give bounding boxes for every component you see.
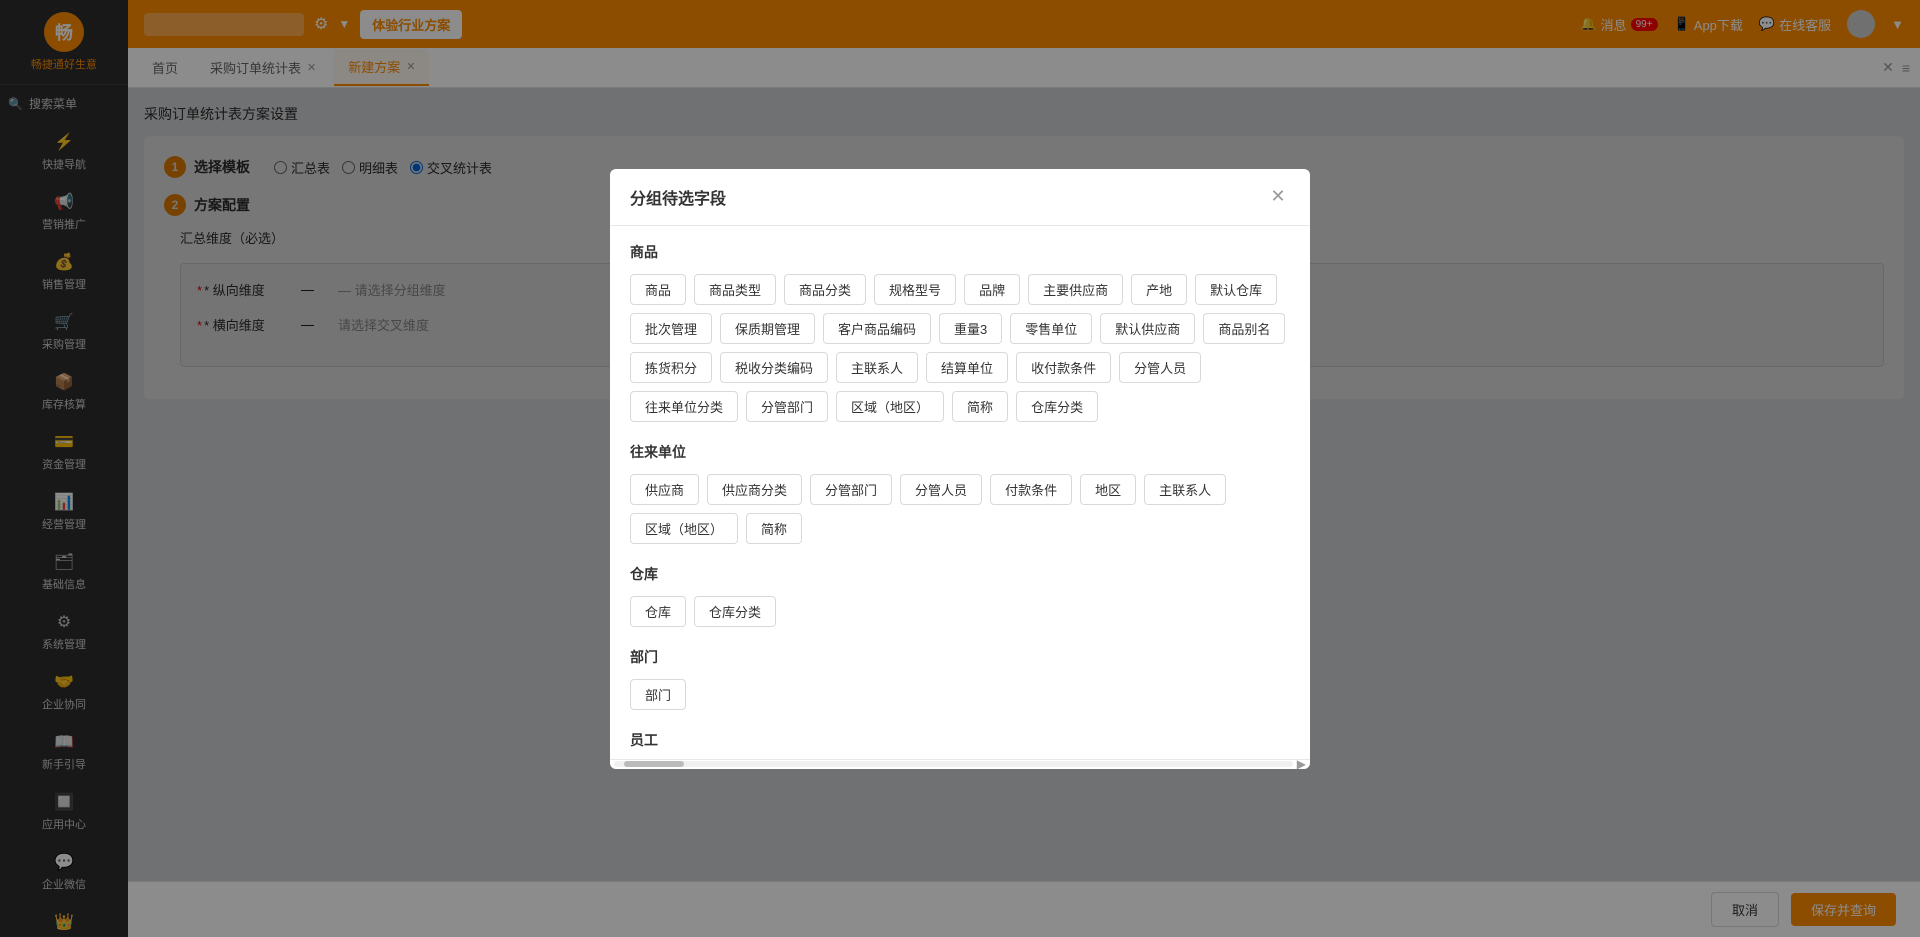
section-department-tags: 部门: [630, 679, 1290, 710]
section-department-title: 部门: [630, 647, 1290, 667]
tag-spec-type[interactable]: 规格型号: [874, 274, 956, 305]
hscroll-thumb[interactable]: [624, 761, 684, 767]
hscroll-track: [614, 761, 1293, 767]
hscroll-right-arrow[interactable]: ▶: [1297, 757, 1306, 771]
modal-overlay[interactable]: 分组待选字段 ✕ 商品 商品 商品类型 商品分类 规格型号 品牌 主要供应商 产…: [0, 0, 1920, 937]
tag-tax-code[interactable]: 税收分类编码: [720, 352, 828, 383]
modal-dialog: 分组待选字段 ✕ 商品 商品 商品类型 商品分类 规格型号 品牌 主要供应商 产…: [610, 169, 1310, 769]
tag-product[interactable]: 商品: [630, 274, 686, 305]
section-department: 部门 部门: [630, 647, 1290, 710]
tag-supplier[interactable]: 供应商: [630, 474, 699, 505]
tag-mix-score[interactable]: 拣货积分: [630, 352, 712, 383]
tag-warehouse-cat[interactable]: 仓库分类: [694, 596, 776, 627]
modal-horizontal-scrollbar[interactable]: ▶: [610, 759, 1310, 769]
tag-supervisor[interactable]: 分管人员: [1119, 352, 1201, 383]
tag-area-region[interactable]: 区域（地区）: [630, 513, 738, 544]
section-partner-title: 往来单位: [630, 442, 1290, 462]
tag-product-type[interactable]: 商品类型: [694, 274, 776, 305]
section-warehouse-tags: 仓库 仓库分类: [630, 596, 1290, 627]
tag-payment-cond[interactable]: 付款条件: [990, 474, 1072, 505]
section-warehouse-title: 仓库: [630, 564, 1290, 584]
tag-origin[interactable]: 产地: [1131, 274, 1187, 305]
tag-main-contact[interactable]: 主联系人: [836, 352, 918, 383]
tag-region[interactable]: 区域（地区）: [836, 391, 944, 422]
section-product: 商品 商品 商品类型 商品分类 规格型号 品牌 主要供应商 产地 默认仓库 批次…: [630, 242, 1290, 422]
tag-warehouse[interactable]: 仓库: [630, 596, 686, 627]
tag-customer-code[interactable]: 客户商品编码: [823, 313, 931, 344]
section-product-title: 商品: [630, 242, 1290, 262]
tag-default-supplier[interactable]: 默认供应商: [1100, 313, 1195, 344]
tag-short-name[interactable]: 简称: [952, 391, 1008, 422]
tag-short-name2[interactable]: 简称: [746, 513, 802, 544]
tag-product-category[interactable]: 商品分类: [784, 274, 866, 305]
tag-warehouse-category[interactable]: 仓库分类: [1016, 391, 1098, 422]
tag-retail-unit[interactable]: 零售单位: [1010, 313, 1092, 344]
section-staff-title: 员工: [630, 730, 1290, 750]
tag-unit-category[interactable]: 往来单位分类: [630, 391, 738, 422]
tag-settlement-unit[interactable]: 结算单位: [926, 352, 1008, 383]
tag-payment-terms[interactable]: 收付款条件: [1016, 352, 1111, 383]
section-staff: 员工 业务员: [630, 730, 1290, 759]
tag-main-supplier[interactable]: 主要供应商: [1028, 274, 1123, 305]
tag-manage-dept2[interactable]: 分管部门: [810, 474, 892, 505]
tag-dept[interactable]: 部门: [630, 679, 686, 710]
tag-region2[interactable]: 地区: [1080, 474, 1136, 505]
section-partner-tags: 供应商 供应商分类 分管部门 分管人员 付款条件 地区 主联系人 区域（地区） …: [630, 474, 1290, 544]
tag-supplier-category[interactable]: 供应商分类: [707, 474, 802, 505]
tag-batch-manage[interactable]: 批次管理: [630, 313, 712, 344]
section-warehouse: 仓库 仓库 仓库分类: [630, 564, 1290, 627]
tag-quality-manage[interactable]: 保质期管理: [720, 313, 815, 344]
tag-product-alias[interactable]: 商品别名: [1203, 313, 1285, 344]
modal-title: 分组待选字段: [630, 185, 726, 209]
tag-default-warehouse[interactable]: 默认仓库: [1195, 274, 1277, 305]
section-product-tags: 商品 商品类型 商品分类 规格型号 品牌 主要供应商 产地 默认仓库 批次管理 …: [630, 274, 1290, 422]
tag-manage-dept[interactable]: 分管部门: [746, 391, 828, 422]
modal-body[interactable]: 商品 商品 商品类型 商品分类 规格型号 品牌 主要供应商 产地 默认仓库 批次…: [610, 226, 1310, 759]
section-partner: 往来单位 供应商 供应商分类 分管部门 分管人员 付款条件 地区 主联系人 区域…: [630, 442, 1290, 544]
tag-weight3[interactable]: 重量3: [939, 313, 1002, 344]
tag-manage-staff[interactable]: 分管人员: [900, 474, 982, 505]
tag-brand[interactable]: 品牌: [964, 274, 1020, 305]
modal-header: 分组待选字段 ✕: [610, 169, 1310, 226]
modal-close-button[interactable]: ✕: [1266, 185, 1290, 209]
tag-main-contact2[interactable]: 主联系人: [1144, 474, 1226, 505]
